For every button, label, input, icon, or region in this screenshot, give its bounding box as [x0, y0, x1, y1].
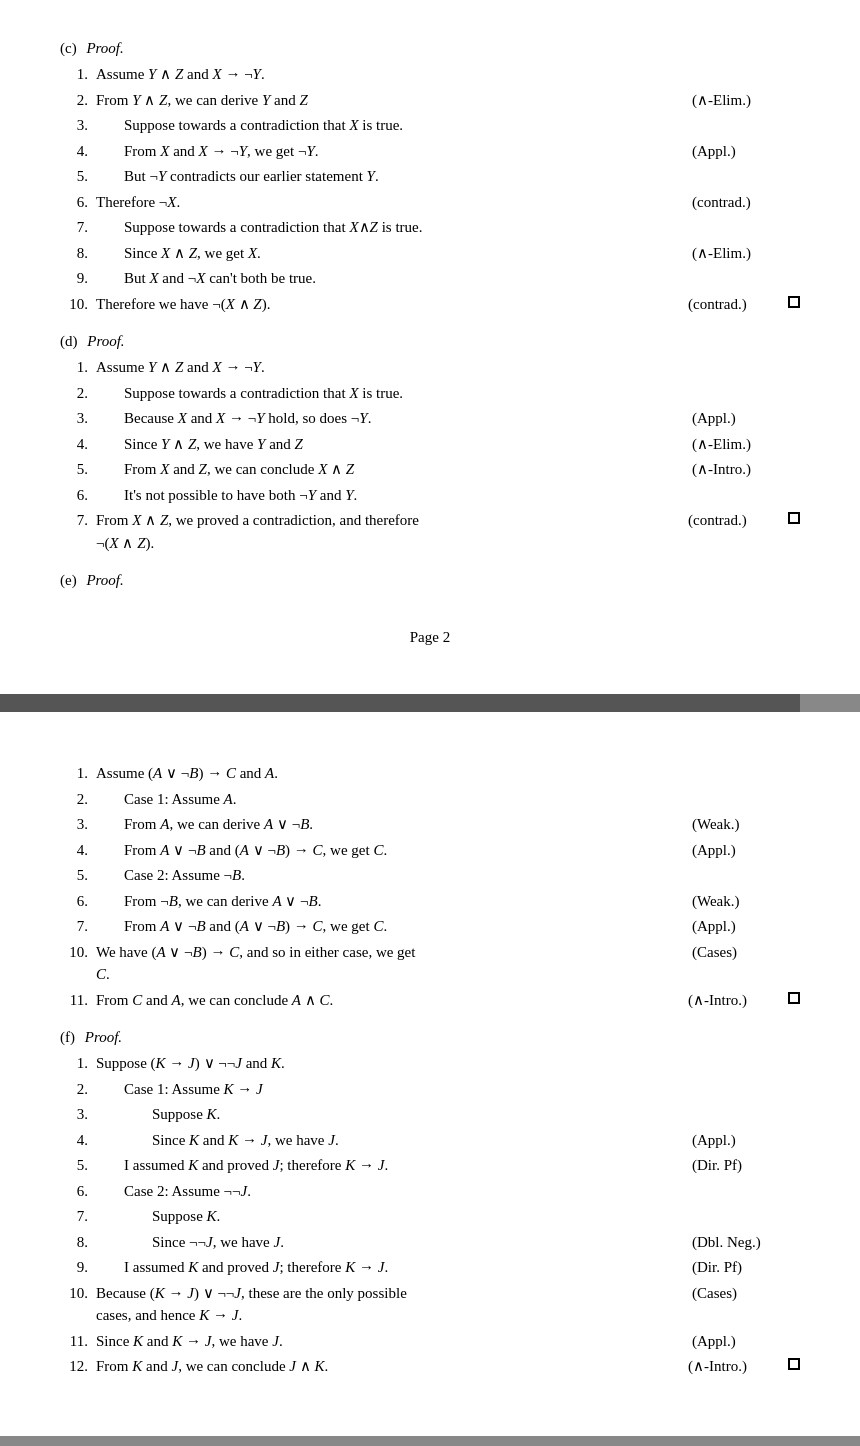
proof-e-list: 1. Assume (A ∨ ¬B) → C and A. 2. Case 1:…	[60, 762, 800, 1011]
page-top: (c) Proof. 1. Assume Y ∧ Z and X → ¬Y. 2…	[0, 0, 860, 694]
section-d-label: (d)	[60, 333, 78, 349]
page-number: Page 2	[60, 629, 800, 646]
table-row: 6. Case 2: Assume ¬¬J.	[60, 1180, 800, 1203]
table-row: 1. Suppose (K → J) ∨ ¬¬J and K.	[60, 1052, 800, 1075]
page-bottom: 1. Assume (A ∨ ¬B) → C and A. 2. Case 1:…	[0, 712, 860, 1436]
table-row: 10. Therefore we have ¬(X ∧ Z). (contrad…	[60, 293, 800, 316]
qed-box-e	[788, 992, 800, 1004]
section-c-proof-label: Proof.	[86, 40, 123, 56]
table-row: 11. From C and A, we can conclude A ∧ C.…	[60, 989, 800, 1012]
table-row: 5. Case 2: Assume ¬B.	[60, 864, 800, 887]
proof-f-list: 1. Suppose (K → J) ∨ ¬¬J and K. 2. Case …	[60, 1052, 800, 1378]
table-row: 7. Suppose towards a contradiction that …	[60, 216, 800, 239]
table-row: 5. I assumed K and proved J; therefore K…	[60, 1154, 800, 1177]
table-row: 9. I assumed K and proved J; therefore K…	[60, 1256, 800, 1279]
page-separator	[0, 694, 800, 712]
table-row: 5. From X and Z, we can conclude X ∧ Z (…	[60, 458, 800, 481]
table-row: 6. Therefore ¬X. (contrad.)	[60, 191, 800, 214]
section-d: (d) Proof. 1. Assume Y ∧ Z and X → ¬Y. 2…	[60, 333, 800, 554]
table-row: 9. But X and ¬X can't both be true.	[60, 267, 800, 290]
section-f-proof-label: Proof.	[85, 1029, 122, 1045]
qed-box-c	[788, 296, 800, 308]
table-row: 2. Case 1: Assume K → J	[60, 1078, 800, 1101]
table-row: 2. Suppose towards a contradiction that …	[60, 382, 800, 405]
table-row: 3. Suppose K.	[60, 1103, 800, 1126]
section-e: (e) Proof.	[60, 572, 800, 589]
section-d-proof-label: Proof.	[87, 333, 124, 349]
section-f: (f) Proof. 1. Suppose (K → J) ∨ ¬¬J and …	[60, 1029, 800, 1378]
table-row: 5. But ¬Y contradicts our earlier statem…	[60, 165, 800, 188]
section-e-continued: 1. Assume (A ∨ ¬B) → C and A. 2. Case 1:…	[60, 762, 800, 1011]
table-row: 8. Since ¬¬J, we have J. (Dbl. Neg.)	[60, 1231, 800, 1254]
table-row: 7. From A ∨ ¬B and (A ∨ ¬B) → C, we get …	[60, 915, 800, 938]
table-row: 6. From ¬B, we can derive A ∨ ¬B. (Weak.…	[60, 890, 800, 913]
table-row: 3. Suppose towards a contradiction that …	[60, 114, 800, 137]
table-row: 1. Assume (A ∨ ¬B) → C and A.	[60, 762, 800, 785]
table-row: 1. Assume Y ∧ Z and X → ¬Y.	[60, 63, 800, 86]
table-row: 2. Case 1: Assume A.	[60, 788, 800, 811]
table-row: 10. We have (A ∨ ¬B) → C, and so in eith…	[60, 941, 800, 986]
table-row: 3. From A, we can derive A ∨ ¬B. (Weak.)	[60, 813, 800, 836]
section-f-label: (f)	[60, 1029, 75, 1045]
table-row: 2. From Y ∧ Z, we can derive Y and Z (∧-…	[60, 89, 800, 112]
table-row: 10. Because (K → J) ∨ ¬¬J, these are the…	[60, 1282, 800, 1327]
table-row: 11. Since K and K → J, we have J. (Appl.…	[60, 1330, 800, 1353]
table-row: 7. From X ∧ Z, we proved a contradiction…	[60, 509, 800, 554]
table-row: 8. Since X ∧ Z, we get X. (∧-Elim.)	[60, 242, 800, 265]
table-row: 4. Since K and K → J, we have J. (Appl.)	[60, 1129, 800, 1152]
table-row: 4. Since Y ∧ Z, we have Y and Z (∧-Elim.…	[60, 433, 800, 456]
table-row: 6. It's not possible to have both ¬Y and…	[60, 484, 800, 507]
table-row: 7. Suppose K.	[60, 1205, 800, 1228]
section-c: (c) Proof. 1. Assume Y ∧ Z and X → ¬Y. 2…	[60, 40, 800, 315]
qed-box-f	[788, 1358, 800, 1370]
proof-c-list: 1. Assume Y ∧ Z and X → ¬Y. 2. From Y ∧ …	[60, 63, 800, 315]
table-row: 4. From X and X → ¬Y, we get ¬Y. (Appl.)	[60, 140, 800, 163]
section-c-label: (c)	[60, 40, 77, 56]
table-row: 4. From A ∨ ¬B and (A ∨ ¬B) → C, we get …	[60, 839, 800, 862]
section-e-label: (e)	[60, 572, 77, 588]
qed-box-d	[788, 512, 800, 524]
table-row: 3. Because X and X → ¬Y hold, so does ¬Y…	[60, 407, 800, 430]
proof-d-list: 1. Assume Y ∧ Z and X → ¬Y. 2. Suppose t…	[60, 356, 800, 554]
table-row: 1. Assume Y ∧ Z and X → ¬Y.	[60, 356, 800, 379]
table-row: 12. From K and J, we can conclude J ∧ K.…	[60, 1355, 800, 1378]
section-e-proof-label: Proof.	[86, 572, 123, 588]
